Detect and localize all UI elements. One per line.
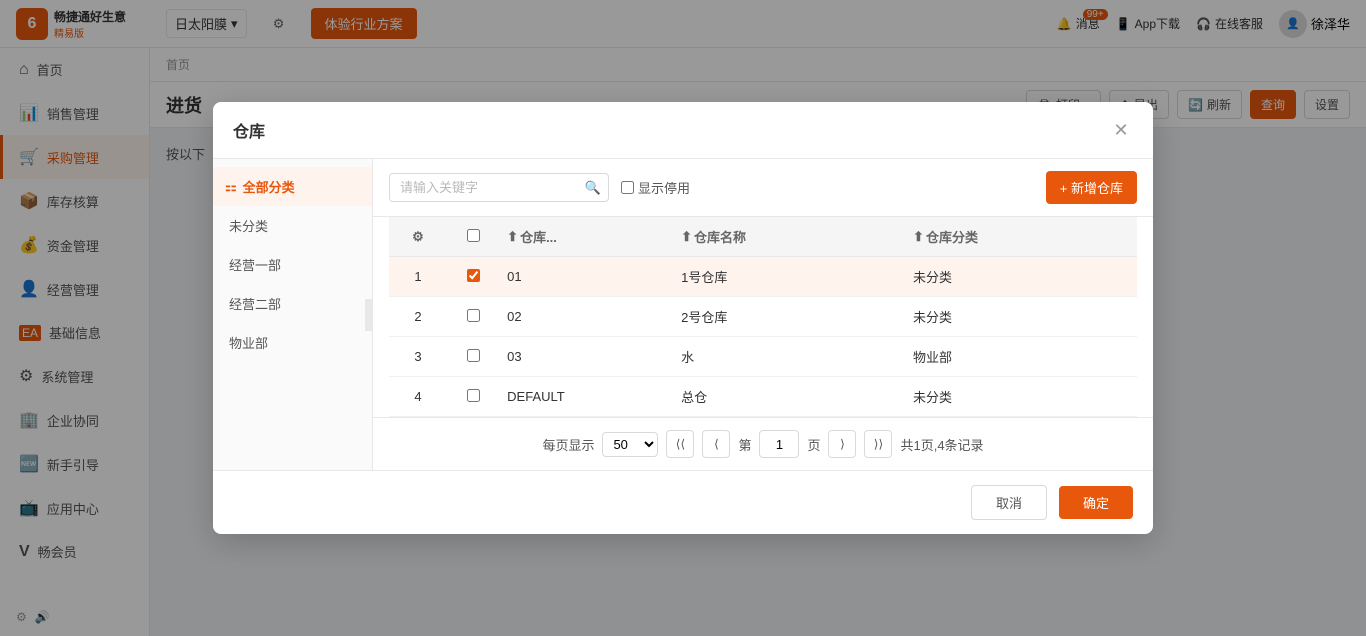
table-row[interactable]: 3 03 水 物业部 bbox=[389, 337, 1137, 377]
category-all[interactable]: ⚏ 全部分类 bbox=[213, 167, 372, 206]
category-item-property[interactable]: 物业部 bbox=[213, 323, 372, 362]
gear-th-icon: ⚙ bbox=[412, 229, 424, 244]
row-checkbox[interactable] bbox=[467, 349, 480, 362]
table-row[interactable]: 2 02 2号仓库 未分类 bbox=[389, 297, 1137, 337]
row-name: 1号仓库 bbox=[673, 257, 905, 297]
modal-body: ⚏ 全部分类 未分类 经营一部 经营二部 物业部 《 🔍 bbox=[213, 159, 1153, 470]
sort-icon: ⬆ bbox=[681, 229, 692, 245]
warehouse-modal: 仓库 ✕ ⚏ 全部分类 未分类 经营一部 经营二部 物业部 《 bbox=[213, 102, 1153, 534]
row-checkbox-cell[interactable] bbox=[447, 297, 499, 337]
row-code: 03 bbox=[499, 337, 673, 377]
row-code: 01 bbox=[499, 257, 673, 297]
category-collapse-button[interactable]: 《 bbox=[365, 299, 373, 331]
category-item-ops1[interactable]: 经营一部 bbox=[213, 245, 372, 284]
page-label: 第 bbox=[738, 435, 751, 454]
table-row[interactable]: 1 01 1号仓库 未分类 bbox=[389, 257, 1137, 297]
prev-page-button[interactable]: ⟨ bbox=[702, 430, 730, 458]
th-gear: ⚙ bbox=[389, 217, 447, 257]
last-page-button[interactable]: ⟩⟩ bbox=[864, 430, 892, 458]
confirm-button[interactable]: 确定 bbox=[1059, 486, 1133, 519]
row-name: 2号仓库 bbox=[673, 297, 905, 337]
row-code: 02 bbox=[499, 297, 673, 337]
row-category: 未分类 bbox=[905, 257, 1137, 297]
category-panel: ⚏ 全部分类 未分类 经营一部 经营二部 物业部 《 bbox=[213, 159, 373, 470]
search-input-wrap: 🔍 bbox=[389, 173, 609, 202]
row-num: 4 bbox=[389, 377, 447, 417]
modal-footer: 取消 确定 bbox=[213, 470, 1153, 534]
table-header-row: ⚙ ⬆ 仓库... bbox=[389, 217, 1137, 257]
row-checkbox[interactable] bbox=[467, 389, 480, 402]
row-checkbox[interactable] bbox=[467, 309, 480, 322]
show-disabled-checkbox[interactable] bbox=[621, 181, 634, 194]
sort-icon: ⬆ bbox=[507, 229, 518, 245]
search-input[interactable] bbox=[389, 173, 609, 202]
warehouse-table-wrap: ⚙ ⬆ 仓库... bbox=[373, 217, 1153, 417]
modal-close-button[interactable]: ✕ bbox=[1109, 118, 1133, 142]
page-suffix: 页 bbox=[807, 435, 820, 454]
per-page-select[interactable]: 50 100 200 bbox=[602, 432, 658, 457]
th-name[interactable]: ⬆ 仓库名称 bbox=[673, 217, 905, 257]
search-icon[interactable]: 🔍 bbox=[585, 180, 601, 196]
cancel-button[interactable]: 取消 bbox=[971, 485, 1047, 520]
category-item-ops2[interactable]: 经营二部 bbox=[213, 284, 372, 323]
row-name: 水 bbox=[673, 337, 905, 377]
row-checkbox[interactable] bbox=[467, 269, 480, 282]
table-body: 1 01 1号仓库 未分类 2 02 2号仓库 未分类 3 03 水 物业部 4… bbox=[389, 257, 1137, 417]
warehouse-table: ⚙ ⬆ 仓库... bbox=[389, 217, 1137, 417]
per-page-label: 每页显示 bbox=[542, 435, 594, 454]
show-disabled-label[interactable]: 显示停用 bbox=[621, 178, 690, 197]
row-category: 未分类 bbox=[905, 297, 1137, 337]
grid-icon: ⚏ bbox=[225, 179, 237, 195]
row-checkbox-cell[interactable] bbox=[447, 377, 499, 417]
modal-title: 仓库 bbox=[233, 118, 265, 142]
category-all-label: 全部分类 bbox=[243, 177, 295, 196]
modal-overlay[interactable]: 仓库 ✕ ⚏ 全部分类 未分类 经营一部 经营二部 物业部 《 bbox=[0, 0, 1366, 636]
row-checkbox-cell[interactable] bbox=[447, 257, 499, 297]
modal-header: 仓库 ✕ bbox=[213, 102, 1153, 159]
category-item-unclassified[interactable]: 未分类 bbox=[213, 206, 372, 245]
row-code: DEFAULT bbox=[499, 377, 673, 417]
add-warehouse-button[interactable]: + 新增仓库 bbox=[1046, 171, 1137, 204]
sort-icon: ⬆ bbox=[913, 229, 924, 245]
row-name: 总仓 bbox=[673, 377, 905, 417]
row-num: 3 bbox=[389, 337, 447, 377]
row-category: 物业部 bbox=[905, 337, 1137, 377]
first-page-button[interactable]: ⟨⟨ bbox=[666, 430, 694, 458]
search-bar: 🔍 显示停用 + 新增仓库 bbox=[373, 159, 1153, 217]
th-checkbox[interactable] bbox=[447, 217, 499, 257]
row-num: 1 bbox=[389, 257, 447, 297]
main-panel: 🔍 显示停用 + 新增仓库 ⚙ bbox=[373, 159, 1153, 470]
row-num: 2 bbox=[389, 297, 447, 337]
next-page-button[interactable]: ⟩ bbox=[828, 430, 856, 458]
select-all-checkbox[interactable] bbox=[467, 229, 480, 242]
th-code[interactable]: ⬆ 仓库... bbox=[499, 217, 673, 257]
th-category[interactable]: ⬆ 仓库分类 bbox=[905, 217, 1137, 257]
table-row[interactable]: 4 DEFAULT 总仓 未分类 bbox=[389, 377, 1137, 417]
page-input[interactable] bbox=[759, 430, 799, 458]
row-checkbox-cell[interactable] bbox=[447, 337, 499, 377]
total-info: 共1页,4条记录 bbox=[900, 435, 983, 454]
pagination: 每页显示 50 100 200 ⟨⟨ ⟨ 第 页 ⟩ ⟩⟩ 共1页,4条记录 bbox=[373, 417, 1153, 470]
row-category: 未分类 bbox=[905, 377, 1137, 417]
